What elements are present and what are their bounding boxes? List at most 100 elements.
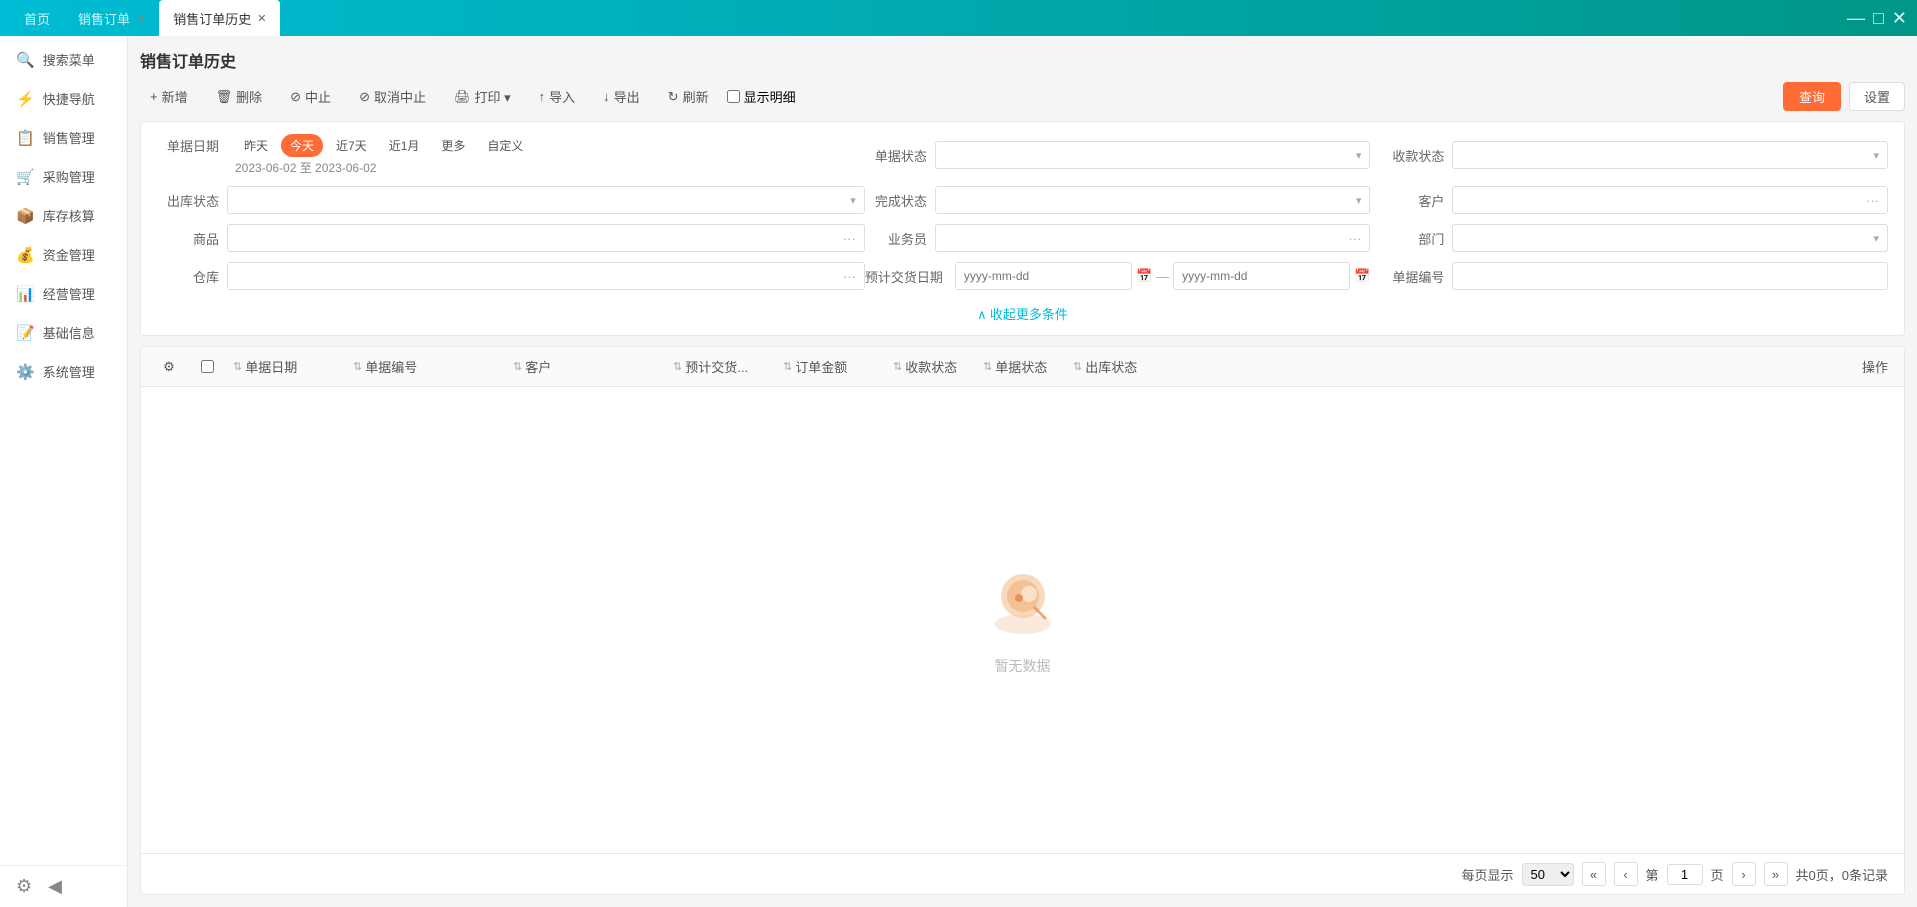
tab-sales-order[interactable]: 销售订单 ✕ [64,0,159,36]
stop-button[interactable]: ⊘ 中止 [280,82,341,111]
sys-mgmt-icon: ⚙️ [16,363,35,381]
content-area: 销售订单历史 + 新增 🗑 删除 ⊘ 中止 ⊘ 取消中止 🖨 打印 ▾ [128,36,1917,907]
col-date[interactable]: ⇅ 单据日期 [225,357,345,376]
col-settings[interactable]: ⚙ [149,359,189,375]
date-btn-custom[interactable]: 自定义 [478,134,532,157]
sidebar-collapse-icon[interactable]: ◀ [48,876,62,897]
sort-delivery-icon[interactable]: ⇅ [673,360,682,373]
display-columns-toggle[interactable]: 显示明细 [727,87,796,106]
sidebar-item-quick-nav[interactable]: ⚡ 快捷导航 [0,79,127,118]
customer-select[interactable]: ··· [1452,186,1888,214]
minimize-icon[interactable]: — [1847,8,1865,29]
tab-sales-order-history-close[interactable]: ✕ [257,12,266,25]
col-no[interactable]: ⇅ 单据编号 [345,357,505,376]
filter-complete-field: 完成状态 ▾ [865,186,1371,214]
tab-home[interactable]: + 新增 首页 [10,0,64,36]
col-check[interactable] [189,360,225,373]
print-button[interactable]: 🖨 打印 ▾ [444,82,521,111]
display-columns-checkbox[interactable] [727,90,740,103]
last-page-button[interactable]: » [1764,862,1788,886]
select-all-checkbox[interactable] [201,360,214,373]
date-btn-1month[interactable]: 近1月 [380,134,429,157]
cancel-stop-button[interactable]: ⊘ 取消中止 [349,82,436,111]
sidebar-item-sys-mgmt[interactable]: ⚙️ 系统管理 [0,352,127,391]
per-page-select[interactable]: 50 10 20 100 [1522,863,1574,886]
print-label: 打印 ▾ [475,87,511,106]
col-payment[interactable]: ⇅ 收款状态 [885,357,975,376]
stock-out-select[interactable]: ▾ [227,186,865,214]
col-delivery[interactable]: ⇅ 预计交货... [665,357,775,376]
customer-dots[interactable]: ··· [1866,193,1879,208]
next-page-button[interactable]: › [1732,862,1756,886]
goods-dots[interactable]: ··· [843,231,856,246]
date-btn-today[interactable]: 今天 [281,134,323,157]
search-menu-icon: 🔍 [16,51,35,69]
sidebar-item-finance[interactable]: 💰 资金管理 [0,235,127,274]
window-controls: — □ ✕ [1847,8,1907,29]
department-select[interactable]: ▾ [1452,224,1888,252]
date-label: 单据日期 [157,136,227,155]
warehouse-dots[interactable]: ··· [843,269,856,284]
refresh-button[interactable]: ↻ 刷新 [658,82,719,111]
new-button[interactable]: + 新增 [140,82,198,111]
maximize-icon[interactable]: □ [1873,8,1884,29]
import-button[interactable]: ↑ 导入 [529,82,586,111]
sort-date-icon[interactable]: ⇅ [233,360,242,373]
sidebar-item-operations-label: 经营管理 [43,284,95,303]
date-btn-yesterday[interactable]: 昨天 [235,134,277,157]
col-status[interactable]: ⇅ 单据状态 [975,357,1065,376]
prev-page-button[interactable]: ‹ [1614,862,1638,886]
delivery-date-label: 预计交货日期 [865,267,951,286]
filter-bill-status-field: 单据状态 ▾ [865,141,1371,169]
tab-sales-order-history[interactable]: 销售订单历史 ✕ [159,0,280,36]
warehouse-select[interactable]: ··· [227,262,865,290]
new-label: 新增 [162,87,188,106]
sort-stock-icon[interactable]: ⇅ [1073,360,1082,373]
page-number-input[interactable] [1667,864,1703,885]
sidebar-item-search-menu[interactable]: 🔍 搜索菜单 [0,40,127,79]
delivery-date-from-input[interactable] [955,262,1132,290]
delivery-date-to-input[interactable] [1173,262,1350,290]
delete-button[interactable]: 🗑 删除 [206,82,273,111]
sidebar-item-sales-mgmt[interactable]: 📋 销售管理 [0,118,127,157]
settings-gear-icon[interactable]: ⚙ [163,359,175,375]
sidebar-item-basic-info[interactable]: 📝 基础信息 [0,313,127,352]
collapse-icon: ∧ [977,307,987,322]
sort-amount-icon[interactable]: ⇅ [783,360,792,373]
delivery-date-calendar-to[interactable]: 📅 [1354,268,1370,284]
sidebar-settings-icon[interactable]: ⚙ [16,876,32,897]
first-page-button[interactable]: « [1582,862,1606,886]
sidebar-item-purchase-mgmt-label: 采购管理 [43,167,95,186]
filter-date-field: 单据日期 昨天 今天 近7天 近1月 更多 自定义 2023-06-02 至 2… [157,134,865,176]
date-btn-7days[interactable]: 近7天 [327,134,376,157]
tab-sales-order-close[interactable]: ✕ [136,12,145,25]
delivery-date-calendar-from[interactable]: 📅 [1136,268,1152,284]
salesman-select[interactable]: ··· [935,224,1371,252]
sidebar-item-purchase-mgmt[interactable]: 🛒 采购管理 [0,157,127,196]
sidebar-item-inventory[interactable]: 📦 库存核算 [0,196,127,235]
complete-select[interactable]: ▾ [935,186,1371,214]
payment-status-select[interactable]: ▾ [1452,141,1888,169]
col-amount[interactable]: ⇅ 订单金额 [775,357,885,376]
sort-status-icon[interactable]: ⇅ [983,360,992,373]
filter-row-4: 仓库 ··· 预计交货日期 📅 — 📅 单据编号 [157,262,1888,290]
col-status-label: 单据状态 [995,357,1047,376]
sort-customer-icon[interactable]: ⇅ [513,360,522,373]
col-customer[interactable]: ⇅ 客户 [505,357,665,376]
query-button[interactable]: 查询 [1783,82,1841,111]
sort-no-icon[interactable]: ⇅ [353,360,362,373]
salesman-dots[interactable]: ··· [1348,231,1361,246]
sort-payment-icon[interactable]: ⇅ [893,360,902,373]
date-btn-more[interactable]: 更多 [432,134,474,157]
close-window-icon[interactable]: ✕ [1892,8,1907,29]
sidebar-item-operations[interactable]: 📊 经营管理 [0,274,127,313]
goods-select[interactable]: ··· [227,224,865,252]
export-button[interactable]: ↓ 导出 [593,82,650,111]
bill-status-select[interactable]: ▾ [935,141,1371,169]
bill-no-input[interactable] [1452,262,1888,290]
settings-button[interactable]: 设置 [1849,82,1905,111]
print-icon: 🖨 [454,89,471,105]
col-ops-label: 操作 [1862,357,1888,376]
collapse-more-conditions[interactable]: ∧ 收起更多条件 [157,300,1888,323]
col-stock[interactable]: ⇅ 出库状态 [1065,357,1155,376]
